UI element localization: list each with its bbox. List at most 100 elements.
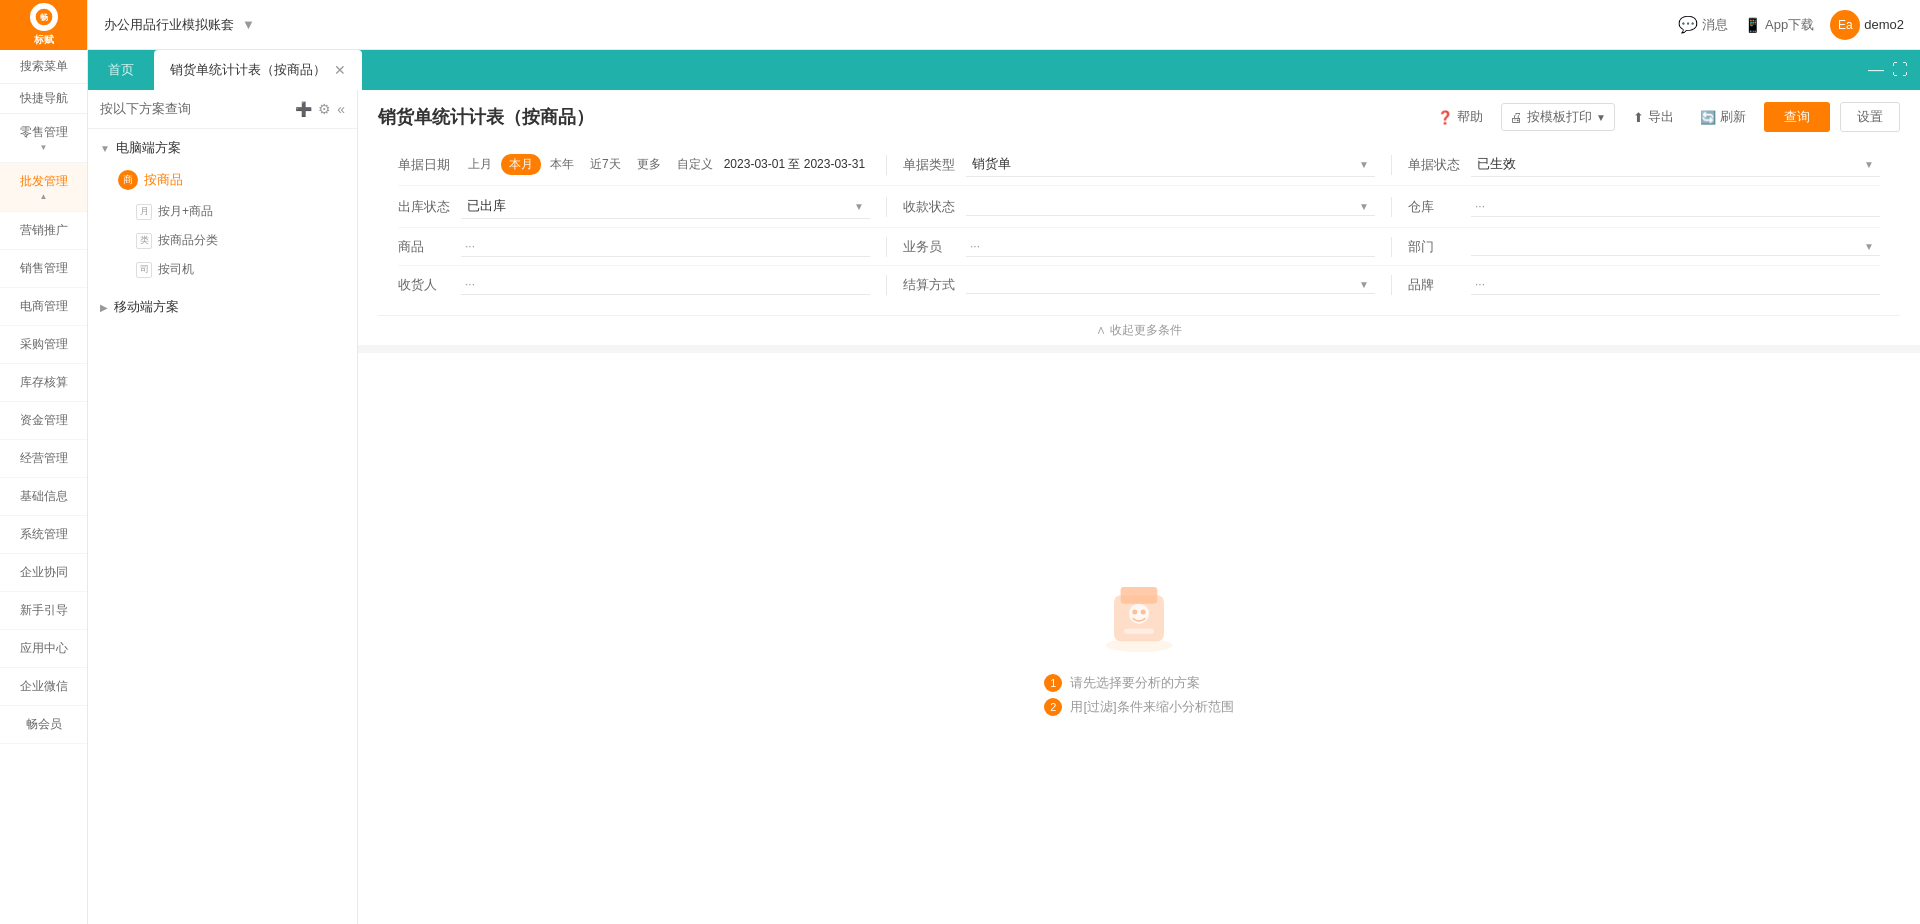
brand-input[interactable]: ···	[1471, 274, 1880, 295]
sales-label: 销售管理	[20, 260, 68, 277]
help-icon: ❓	[1437, 110, 1453, 125]
export-label: 导出	[1648, 108, 1674, 126]
pc-scheme-header[interactable]: ▼ 电脑端方案	[88, 133, 357, 163]
receiver-dots[interactable]: ···	[465, 277, 475, 291]
doc-status-select[interactable]: 已生效 ▼	[1471, 152, 1880, 177]
date-tab-custom[interactable]: 自定义	[670, 154, 720, 175]
sidebar-item-member[interactable]: 畅会员	[0, 706, 87, 744]
help-btn[interactable]: ❓ 帮助	[1429, 104, 1491, 130]
collapse-more-btn[interactable]: ∧ 收起更多条件	[378, 315, 1900, 345]
tab-home[interactable]: 首页	[88, 50, 154, 90]
avatar-text: Ea	[1838, 18, 1853, 32]
sidebar-item-basic[interactable]: 基础信息	[0, 478, 87, 516]
empty-tips: 1 请先选择要分析的方案 2 用[过滤]条件来缩小分析范围	[1044, 674, 1233, 716]
brand-dots[interactable]: ···	[1475, 277, 1485, 291]
tab-active[interactable]: 销货单统计计表（按商品） ✕	[154, 50, 362, 90]
refresh-btn[interactable]: 🔄 刷新	[1692, 104, 1754, 130]
user-info[interactable]: Ea demo2	[1830, 10, 1904, 40]
settings-scheme-btn[interactable]: ⚙	[318, 101, 331, 117]
svg-text:畅: 畅	[40, 12, 48, 22]
dropdown-arrow-icon[interactable]: ▼	[242, 17, 255, 32]
scheme-item-goods[interactable]: 商 按商品	[88, 163, 357, 197]
tab-minimize-icon[interactable]: —	[1868, 61, 1884, 79]
filter-settle: 结算方式 ▼	[903, 276, 1375, 294]
message-btn[interactable]: 💬 消息	[1678, 15, 1728, 34]
sidebar-item-purchase[interactable]: 采购管理	[0, 326, 87, 364]
dept-select[interactable]: ▼	[1471, 238, 1880, 256]
sidebar-item-inventory[interactable]: 库存核算	[0, 364, 87, 402]
logo-icon: 畅	[30, 3, 58, 31]
staff-input[interactable]: ···	[966, 236, 1375, 257]
print-btn[interactable]: 🖨 按模板打印 ▼	[1501, 103, 1615, 131]
sidebar-item-operation[interactable]: 经营管理	[0, 440, 87, 478]
out-status-value: 已出库	[467, 197, 850, 215]
goods-dots[interactable]: ···	[465, 239, 475, 253]
sidebar-item-wechat[interactable]: 企业微信	[0, 668, 87, 706]
date-tab-this-year[interactable]: 本年	[543, 154, 581, 175]
print-arrow-icon: ▼	[1596, 112, 1606, 123]
staff-dots[interactable]: ···	[970, 239, 980, 253]
content-wrapper: 按以下方案查询 ➕ ⚙ « ▼ 电脑端方案 商 按商品 月 按月+	[88, 90, 1920, 924]
date-tabs: 上月 本月 本年 近7天 更多 自定义	[461, 154, 720, 175]
scheme-item-month-goods[interactable]: 月 按月+商品	[88, 197, 357, 226]
sidebar-item-app[interactable]: 应用中心	[0, 630, 87, 668]
receiver-input[interactable]: ···	[461, 274, 870, 295]
sidebar-item-ecommerce[interactable]: 电商管理	[0, 288, 87, 326]
mobile-scheme-label: 移动端方案	[114, 298, 179, 316]
collapse-pc-icon: ▼	[100, 143, 110, 154]
filter-row-2: 出库状态 已出库 ▼ 收款状态 ▼	[398, 186, 1880, 228]
main-area: 办公用品行业模拟账套 ▼ 💬 消息 📱 App下载 Ea demo2 首页	[88, 0, 1920, 924]
sidebar-item-retail[interactable]: 零售管理 ▼	[0, 114, 87, 163]
expand-mobile-icon: ▶	[100, 302, 108, 313]
tab-maximize-icon[interactable]: ⛶	[1892, 61, 1908, 79]
pc-scheme-group: ▼ 电脑端方案 商 按商品 月 按月+商品 类 按商品分类 司 按司机	[88, 129, 357, 288]
export-btn[interactable]: ⬆ 导出	[1625, 104, 1682, 130]
goods-input[interactable]: ···	[461, 236, 870, 257]
date-tab-last-month[interactable]: 上月	[461, 154, 499, 175]
print-label: 按模板打印	[1527, 108, 1592, 126]
scheme-item-driver[interactable]: 司 按司机	[88, 255, 357, 284]
filter-goods: 商品 ···	[398, 236, 870, 257]
date-tab-this-month[interactable]: 本月	[501, 154, 541, 175]
sidebar-item-system[interactable]: 系统管理	[0, 516, 87, 554]
filter-receiver: 收货人 ···	[398, 274, 870, 295]
month-goods-label: 按月+商品	[158, 203, 213, 220]
app-download-btn[interactable]: 📱 App下载	[1744, 16, 1814, 34]
collapse-panel-btn[interactable]: «	[337, 101, 345, 117]
inventory-label: 库存核算	[20, 374, 68, 391]
search-menu[interactable]: 搜索菜单	[0, 50, 87, 84]
sidebar-item-finance[interactable]: 资金管理	[0, 402, 87, 440]
app-logo[interactable]: 畅 标赋	[0, 0, 87, 50]
svg-point-6	[1132, 609, 1137, 614]
scheme-item-category[interactable]: 类 按商品分类	[88, 226, 357, 255]
out-status-arrow: ▼	[854, 201, 864, 212]
warehouse-dots[interactable]: ···	[1475, 199, 1485, 213]
pc-scheme-label: 电脑端方案	[116, 139, 181, 157]
out-status-select[interactable]: 已出库 ▼	[461, 194, 870, 219]
query-button[interactable]: 查询	[1764, 102, 1830, 132]
quick-nav[interactable]: 快捷导航	[0, 84, 87, 114]
settle-select[interactable]: ▼	[966, 276, 1375, 294]
doc-status-value: 已生效	[1477, 155, 1860, 173]
brand-label: 品牌	[1408, 276, 1463, 294]
sidebar-item-marketing[interactable]: 营销推广	[0, 212, 87, 250]
sidebar-item-enterprise[interactable]: 企业协同	[0, 554, 87, 592]
mobile-scheme-header[interactable]: ▶ 移动端方案	[88, 292, 357, 322]
filter-collect-status: 收款状态 ▼	[903, 198, 1375, 216]
add-scheme-btn[interactable]: ➕	[295, 101, 312, 117]
operation-label: 经营管理	[20, 450, 68, 467]
settle-label: 结算方式	[903, 276, 958, 294]
date-tab-7days[interactable]: 近7天	[583, 154, 628, 175]
tab-close-icon[interactable]: ✕	[334, 63, 346, 77]
sidebar-item-wholesale[interactable]: 批发管理 ▲	[0, 163, 87, 212]
collect-status-select[interactable]: ▼	[966, 198, 1375, 216]
date-tab-more[interactable]: 更多	[630, 154, 668, 175]
quick-label: 快捷导航	[20, 91, 68, 105]
settings-button[interactable]: 设置	[1840, 102, 1900, 132]
doc-type-select[interactable]: 销货单 ▼	[966, 152, 1375, 177]
sidebar-item-sales[interactable]: 销售管理	[0, 250, 87, 288]
filter-staff: 业务员 ···	[903, 236, 1375, 257]
sidebar-item-guide[interactable]: 新手引导	[0, 592, 87, 630]
warehouse-input[interactable]: ···	[1471, 196, 1880, 217]
staff-label: 业务员	[903, 238, 958, 256]
